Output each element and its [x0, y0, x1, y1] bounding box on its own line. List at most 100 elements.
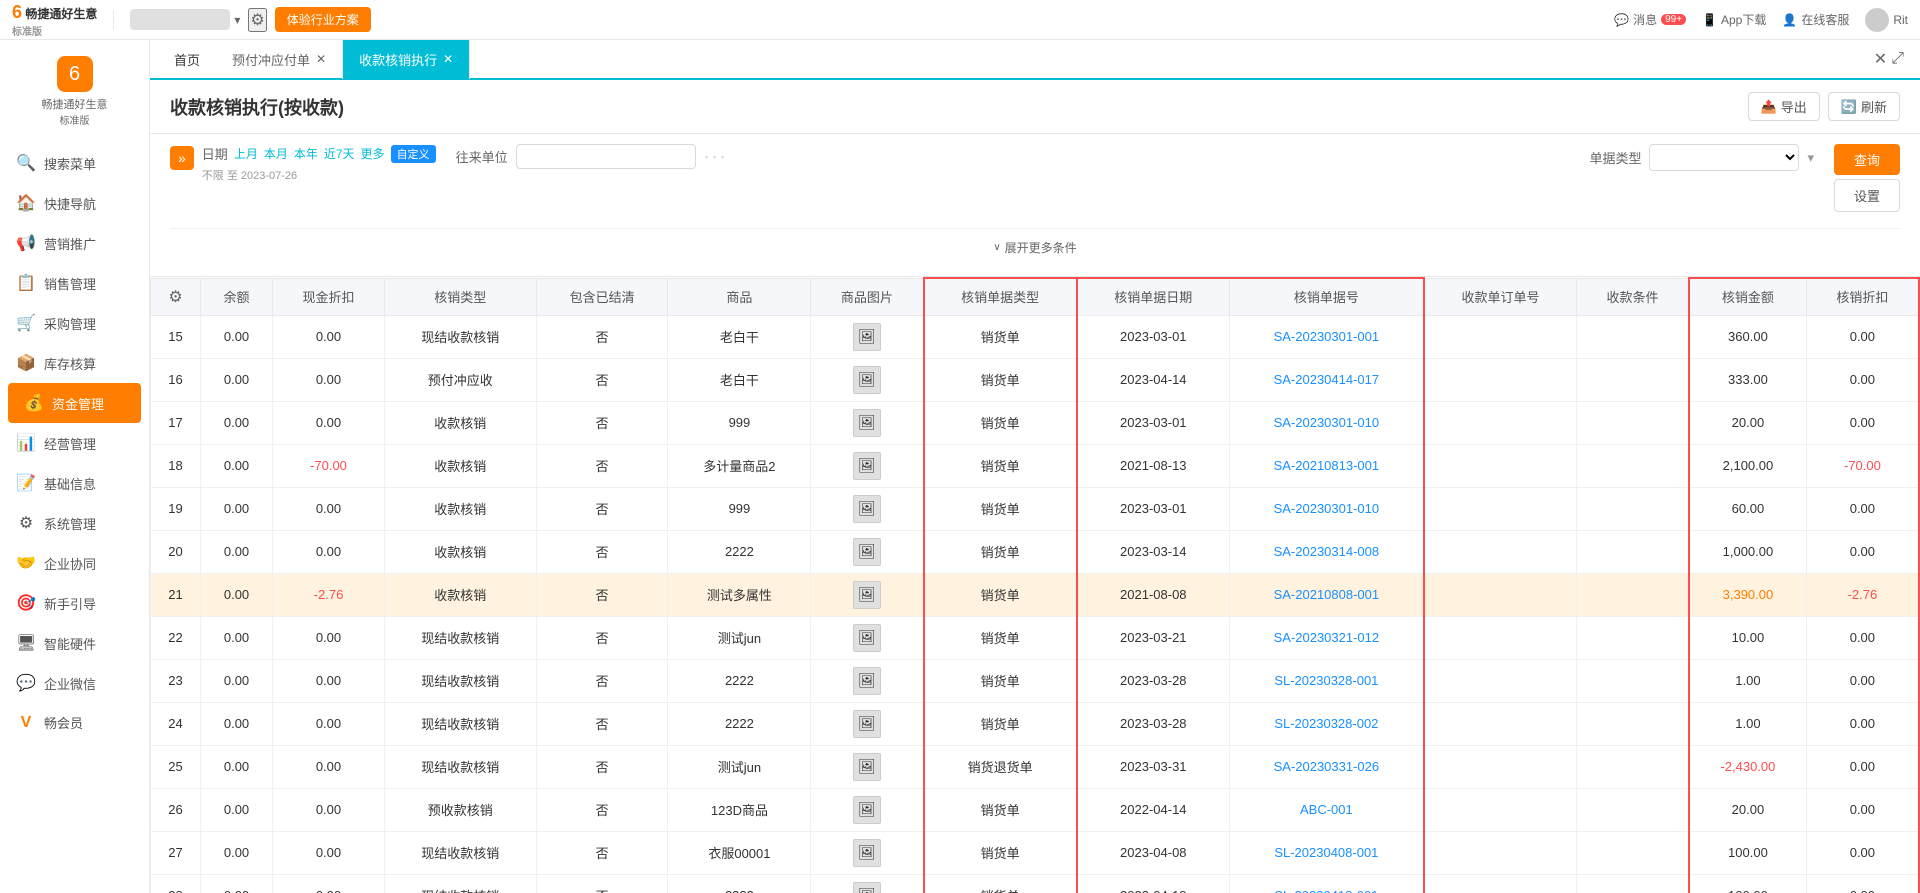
sidebar-item-nav[interactable]: 🏠 快捷导航	[0, 183, 149, 223]
expand-more-label: 展开更多条件	[1005, 239, 1077, 256]
col-cancel-discount: 核销折扣	[1806, 278, 1919, 315]
sidebar-item-search[interactable]: 🔍 搜索菜单	[0, 143, 149, 183]
date-filter-group: 日期 上月 本月 本年 近7天 更多 自定义 不限 至 2023-07-26	[202, 144, 436, 183]
sidebar: 6 畅捷通好生意标准版 🔍 搜索菜单 🏠 快捷导航 📢 营销推广 📋 销售管理 …	[0, 40, 150, 893]
content-area: 首页 预付冲应付单 ✕ 收款核销执行 ✕ ✕ ⤢ 收款核销执行(按收款)	[150, 40, 1920, 893]
tab-home[interactable]: 首页	[158, 40, 216, 79]
doc-no-link[interactable]: SA-20230314-008	[1274, 544, 1380, 559]
col-balance: 余额	[201, 278, 273, 315]
page-header: 收款核销执行(按收款) 📤 导出 🔄 刷新	[150, 80, 1920, 134]
this-month-btn[interactable]: 本月	[264, 145, 288, 162]
sidebar-item-member[interactable]: V 畅会员	[0, 703, 149, 742]
table-container[interactable]: ⚙ 余额 现金折扣 核销类型 包含已结清 商品 商品图片 核销单据类型 核销单据…	[150, 277, 1920, 893]
messages-area[interactable]: 💬 消息 99+	[1614, 11, 1686, 28]
sidebar-label-nav: 快捷导航	[44, 194, 96, 213]
marketing-icon: 📢	[16, 233, 36, 253]
last-month-btn[interactable]: 上月	[234, 145, 258, 162]
custom-date-btn[interactable]: 自定义	[391, 145, 436, 163]
filter-toggle-button[interactable]: »	[170, 146, 194, 170]
guide-icon: 🎯	[16, 593, 36, 613]
sidebar-item-sales[interactable]: 📋 销售管理	[0, 263, 149, 303]
doc-no-link[interactable]: SL-20230328-002	[1274, 716, 1378, 731]
doc-no-link[interactable]: SL-20230328-001	[1274, 673, 1378, 688]
tab-bar: 首页 预付冲应付单 ✕ 收款核销执行 ✕ ✕ ⤢	[150, 40, 1920, 80]
sidebar-label-marketing: 营销推广	[44, 234, 96, 253]
chevron-down-icon: ∨	[993, 242, 1000, 253]
user-area[interactable]: Rit	[1865, 8, 1908, 32]
sidebar-item-weixin[interactable]: 💬 企业微信	[0, 663, 149, 703]
sidebar-item-inventory[interactable]: 📦 库存核算	[0, 343, 149, 383]
app-download-area[interactable]: 📱 App下载	[1702, 11, 1766, 28]
tab-close-button[interactable]: ✕	[1874, 49, 1887, 69]
sidebar-item-finance[interactable]: 💰 资金管理	[8, 383, 141, 423]
sidebar-item-guide[interactable]: 🎯 新手引导	[0, 583, 149, 623]
partner-input[interactable]	[516, 144, 696, 169]
type-dropdown-icon: ▾	[1807, 150, 1814, 166]
this-year-btn[interactable]: 本年	[294, 145, 318, 162]
sidebar-label-basic: 基础信息	[44, 474, 96, 493]
more-date-btn[interactable]: 更多	[361, 145, 385, 162]
export-icon: 📤	[1761, 99, 1777, 115]
col-settings-icon[interactable]: ⚙	[168, 287, 182, 307]
export-button[interactable]: 📤 导出	[1748, 92, 1820, 121]
solution-button[interactable]: 体验行业方案	[275, 7, 371, 32]
inventory-icon: 📦	[16, 353, 36, 373]
doc-no-link[interactable]: SA-20230321-012	[1274, 630, 1380, 645]
col-receipt-condition: 收款条件	[1576, 278, 1689, 315]
col-goods: 商品	[668, 278, 811, 315]
table-row: 230.000.00现结收款核销否2222🖼销货单2023-03-28SL-20…	[151, 659, 1920, 702]
workspace-dropdown[interactable]: ▾	[130, 9, 240, 30]
sidebar-item-basic[interactable]: 📝 基础信息	[0, 463, 149, 503]
tab-prepay-close[interactable]: ✕	[316, 52, 326, 66]
col-settings[interactable]: ⚙	[151, 278, 201, 315]
sidebar-item-purchase[interactable]: 🛒 采购管理	[0, 303, 149, 343]
type-filter: 单据类型 ▾	[1589, 144, 1814, 171]
sidebar-label-purchase: 采购管理	[44, 314, 96, 333]
settings-button[interactable]: 设置	[1834, 179, 1900, 212]
table-row: 170.000.00收款核销否999🖼销货单2023-03-01SA-20230…	[151, 401, 1920, 444]
sidebar-label-member: 畅会员	[44, 713, 83, 732]
table-row: 270.000.00现结收款核销否衣服00001🖼销货单2023-04-08SL…	[151, 831, 1920, 874]
sidebar-label-system: 系统管理	[44, 514, 96, 533]
table-row: 280.000.00现结收款核销否2222🖼销货单2023-04-18SL-20…	[151, 874, 1920, 893]
sidebar-item-marketing[interactable]: 📢 营销推广	[0, 223, 149, 263]
service-area[interactable]: 👤 在线客服	[1782, 11, 1849, 28]
action-buttons: 查询 设置	[1834, 144, 1900, 212]
sidebar-item-system[interactable]: ⚙ 系统管理	[0, 503, 149, 543]
tab-collection-close[interactable]: ✕	[443, 52, 453, 66]
doc-no-link[interactable]: SL-20230408-001	[1274, 845, 1378, 860]
purchase-icon: 🛒	[16, 313, 36, 333]
page-title: 收款核销执行(按收款)	[170, 94, 344, 120]
expand-more-row: ∨ 展开更多条件	[170, 228, 1900, 266]
table-row: 200.000.00收款核销否2222🖼销货单2023-03-14SA-2023…	[151, 530, 1920, 573]
expand-more-btn[interactable]: ∨ 展开更多条件	[993, 233, 1076, 262]
doc-no-link[interactable]: ABC-001	[1300, 802, 1353, 817]
header-row: ⚙ 余额 现金折扣 核销类型 包含已结清 商品 商品图片 核销单据类型 核销单据…	[151, 278, 1920, 315]
tab-prepay[interactable]: 预付冲应付单 ✕	[216, 40, 343, 79]
col-cancel-doc-type: 核销单据类型	[924, 278, 1077, 315]
doc-no-link[interactable]: SA-20210808-001	[1274, 587, 1380, 602]
query-button[interactable]: 查询	[1834, 144, 1900, 175]
doc-no-link[interactable]: SL-20230418-001	[1274, 888, 1378, 893]
tab-collection[interactable]: 收款核销执行 ✕	[343, 40, 470, 79]
tab-expand-button[interactable]: ⤢	[1891, 50, 1904, 68]
doc-no-link[interactable]: SA-20230301-010	[1274, 415, 1380, 430]
table-row: 220.000.00现结收款核销否测试jun🖼销货单2023-03-21SA-2…	[151, 616, 1920, 659]
tab-home-label: 首页	[174, 50, 200, 69]
top-bar: 6 畅捷通好生意 标准版 ▾ ⚙ 体验行业方案 💬 消息 99+ 📱 App下载	[0, 0, 1920, 40]
doc-no-link[interactable]: SA-20210813-001	[1274, 458, 1380, 473]
settings-gear-icon[interactable]: ⚙	[248, 8, 266, 32]
doc-no-link[interactable]: SA-20230301-010	[1274, 501, 1380, 516]
doc-no-link[interactable]: SA-20230414-017	[1274, 372, 1380, 387]
doc-no-link[interactable]: SA-20230331-026	[1274, 759, 1380, 774]
sidebar-item-collab[interactable]: 🤝 企业协同	[0, 543, 149, 583]
sidebar-item-hardware[interactable]: 🖥 智能硬件	[0, 623, 149, 663]
sidebar-label-guide: 新手引导	[44, 594, 96, 613]
last7days-btn[interactable]: 近7天	[324, 145, 355, 162]
system-icon: ⚙	[16, 513, 36, 533]
doc-no-link[interactable]: SA-20230301-001	[1274, 329, 1380, 344]
refresh-button[interactable]: 🔄 刷新	[1828, 92, 1900, 121]
type-select[interactable]	[1649, 144, 1799, 171]
sidebar-item-operation[interactable]: 📊 经营管理	[0, 423, 149, 463]
refresh-icon: 🔄	[1841, 99, 1857, 115]
